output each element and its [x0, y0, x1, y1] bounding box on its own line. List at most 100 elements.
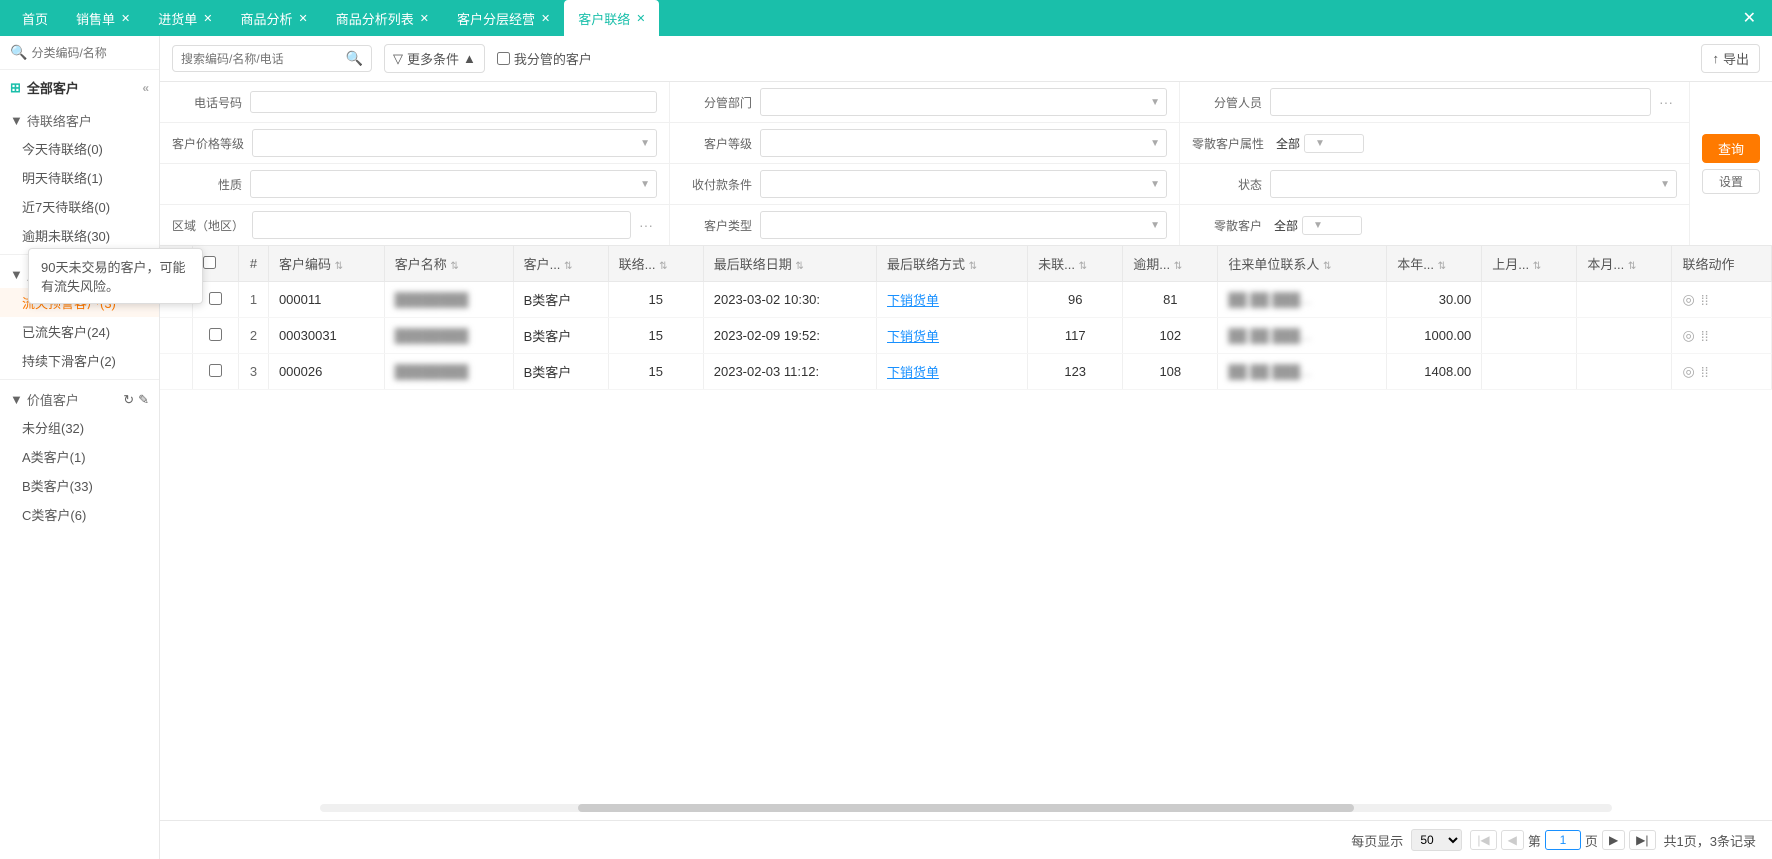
this-month-column-header[interactable]: 本月...	[1577, 246, 1672, 282]
search-input[interactable]	[181, 52, 346, 66]
more-icon[interactable]: ···	[1655, 94, 1677, 110]
sidebar-item-7days[interactable]: 近7天待联络(0)	[0, 192, 159, 221]
name-column-header[interactable]: 客户名称	[384, 246, 513, 282]
select-all-checkbox[interactable]	[203, 256, 216, 269]
nature-select[interactable]: ▼	[250, 170, 657, 198]
overdue-column-header[interactable]: 逾期...	[1123, 246, 1218, 282]
tab-purchase[interactable]: 进货单 ✕	[144, 0, 226, 36]
sidebar-search-input[interactable]	[31, 46, 149, 60]
price-level-select[interactable]: ▼	[252, 129, 657, 157]
zero-customer-label: 零散客户	[1192, 217, 1262, 234]
filter-search-box[interactable]: 🔍	[172, 45, 372, 72]
horizontal-scrollbar-area[interactable]	[160, 796, 1772, 820]
region-select[interactable]	[252, 211, 631, 239]
close-icon[interactable]: ✕	[121, 12, 130, 25]
filter-row-3: 性质 ▼ 收付款条件 ▼ 状态	[160, 164, 1689, 205]
tab-sales[interactable]: 销售单 ✕	[62, 0, 144, 36]
no-contact-column-header[interactable]: 未联...	[1028, 246, 1123, 282]
filter-cell-region: 区域（地区） ···	[160, 205, 670, 245]
chevron-down-icon: ▼	[1150, 138, 1160, 149]
type-column-header[interactable]: 客户...	[513, 246, 608, 282]
more-conditions-button[interactable]: ▽ 更多条件 ▲	[384, 44, 485, 73]
status-select[interactable]: ▼	[1270, 170, 1677, 198]
sidebar-item-b-class[interactable]: B类客户(33)	[0, 471, 159, 500]
close-icon[interactable]: ✕	[299, 12, 308, 25]
refresh-icon[interactable]: ↻	[123, 392, 134, 408]
page-input[interactable]	[1545, 830, 1581, 850]
tab-analysis[interactable]: 商品分析 ✕	[226, 0, 321, 36]
sidebar-group-value[interactable]: ▼ 价值客户 ↻ ✎	[0, 384, 159, 413]
tab-customer-contact[interactable]: 客户联络 ✕	[564, 0, 659, 36]
person-select[interactable]	[1270, 88, 1651, 116]
zero-attr-select[interactable]: ▼	[1304, 134, 1364, 153]
code-column-header[interactable]: 客户编码	[268, 246, 384, 282]
settings-button[interactable]: 设置	[1702, 169, 1760, 194]
contact-icon[interactable]: ◎	[1682, 291, 1694, 308]
search-submit-icon[interactable]: 🔍	[346, 50, 363, 67]
row-actions[interactable]: ◎ ⁞⁞	[1672, 354, 1772, 390]
row-code: 000011	[268, 282, 384, 318]
horizontal-scrollbar-thumb[interactable]	[578, 804, 1353, 812]
next-page-button[interactable]: ▶	[1602, 830, 1625, 850]
sidebar-item-today[interactable]: 今天待联络(0)	[0, 134, 159, 163]
tab-analysis-list[interactable]: 商品分析列表 ✕	[322, 0, 443, 36]
row-last-contact-method[interactable]: 下销货单	[877, 282, 1028, 318]
last-month-column-header[interactable]: 上月...	[1482, 246, 1577, 282]
tab-home[interactable]: 首页	[8, 0, 62, 36]
dept-select[interactable]: ▼	[760, 88, 1167, 116]
sidebar-all-customers[interactable]: ⊞ 全部客户 «	[0, 70, 159, 105]
sidebar-item-declining[interactable]: 持续下滑客户(2)	[0, 346, 159, 375]
contact-person-column-header[interactable]: 往来单位联系人	[1218, 246, 1387, 282]
my-customers-checkbox[interactable]	[497, 52, 510, 65]
row-last-contact-method[interactable]: 下销货单	[877, 354, 1028, 390]
row-actions[interactable]: ◎ ⁞⁞	[1672, 282, 1772, 318]
sidebar-item-c-class[interactable]: C类客户(6)	[0, 500, 159, 529]
this-year-column-header[interactable]: 本年...	[1387, 246, 1482, 282]
close-icon[interactable]: ✕	[420, 12, 429, 25]
contact-icon[interactable]: ◎	[1682, 327, 1694, 344]
last-contact-date-column-header[interactable]: 最后联络日期	[703, 246, 876, 282]
filter-cell-dept: 分管部门 ▼	[670, 82, 1180, 122]
contact-icon[interactable]: ◎	[1682, 363, 1694, 380]
row-checkbox[interactable]	[209, 328, 222, 341]
sidebar-item-ungrouped[interactable]: 未分组(32)	[0, 413, 159, 442]
more-icon[interactable]: ···	[635, 217, 657, 233]
sidebar-item-a-class[interactable]: A类客户(1)	[0, 442, 159, 471]
zero-customer-select[interactable]: ▼	[1302, 216, 1362, 235]
my-customers-checkbox-label[interactable]: 我分管的客户	[497, 49, 592, 68]
sidebar-item-overdue[interactable]: 逾期未联络(30)	[0, 221, 159, 250]
close-icon[interactable]: ✕	[203, 12, 212, 25]
last-contact-method-column-header[interactable]: 最后联络方式	[877, 246, 1028, 282]
sidebar-group-pending[interactable]: ▼ 待联络客户	[0, 105, 159, 134]
more-actions-icon[interactable]: ⁞⁞	[1701, 328, 1709, 344]
last-page-button[interactable]: ▶|	[1629, 830, 1655, 850]
row-actions[interactable]: ◎ ⁞⁞	[1672, 318, 1772, 354]
export-button[interactable]: ↑ 导出	[1701, 44, 1760, 73]
prev-page-button[interactable]: ◀	[1501, 830, 1524, 850]
horizontal-scrollbar-track[interactable]	[320, 804, 1612, 812]
close-icon[interactable]: ✕	[636, 12, 645, 25]
sidebar-item-tomorrow[interactable]: 明天待联络(1)	[0, 163, 159, 192]
customer-type-select[interactable]: ▼	[760, 211, 1167, 239]
row-checkbox-cell[interactable]	[192, 318, 238, 354]
row-checkbox-cell[interactable]	[192, 354, 238, 390]
window-close-button[interactable]: ✕	[1735, 8, 1764, 28]
sidebar-item-churned[interactable]: 已流失客户(24)	[0, 317, 159, 346]
edit-icon[interactable]: ✎	[138, 392, 149, 408]
per-page-select[interactable]: 50 100 200	[1411, 829, 1462, 851]
query-button[interactable]: 查询	[1702, 134, 1760, 163]
first-page-button[interactable]: |◀	[1470, 830, 1496, 850]
row-last-contact-method[interactable]: 下销货单	[877, 318, 1028, 354]
close-icon[interactable]: ✕	[541, 12, 550, 25]
row-checkbox[interactable]	[209, 292, 222, 305]
contact-count-column-header[interactable]: 联络...	[608, 246, 703, 282]
row-name: ████████	[384, 354, 513, 390]
more-actions-icon[interactable]: ⁞⁞	[1701, 364, 1709, 380]
row-checkbox[interactable]	[209, 364, 222, 377]
customer-level-select[interactable]: ▼	[760, 129, 1167, 157]
tab-customer-tier[interactable]: 客户分层经营 ✕	[443, 0, 564, 36]
more-actions-icon[interactable]: ⁞⁞	[1701, 292, 1709, 308]
collapse-icon[interactable]: «	[142, 81, 149, 95]
phone-input[interactable]	[250, 91, 657, 113]
payment-select[interactable]: ▼	[760, 170, 1167, 198]
